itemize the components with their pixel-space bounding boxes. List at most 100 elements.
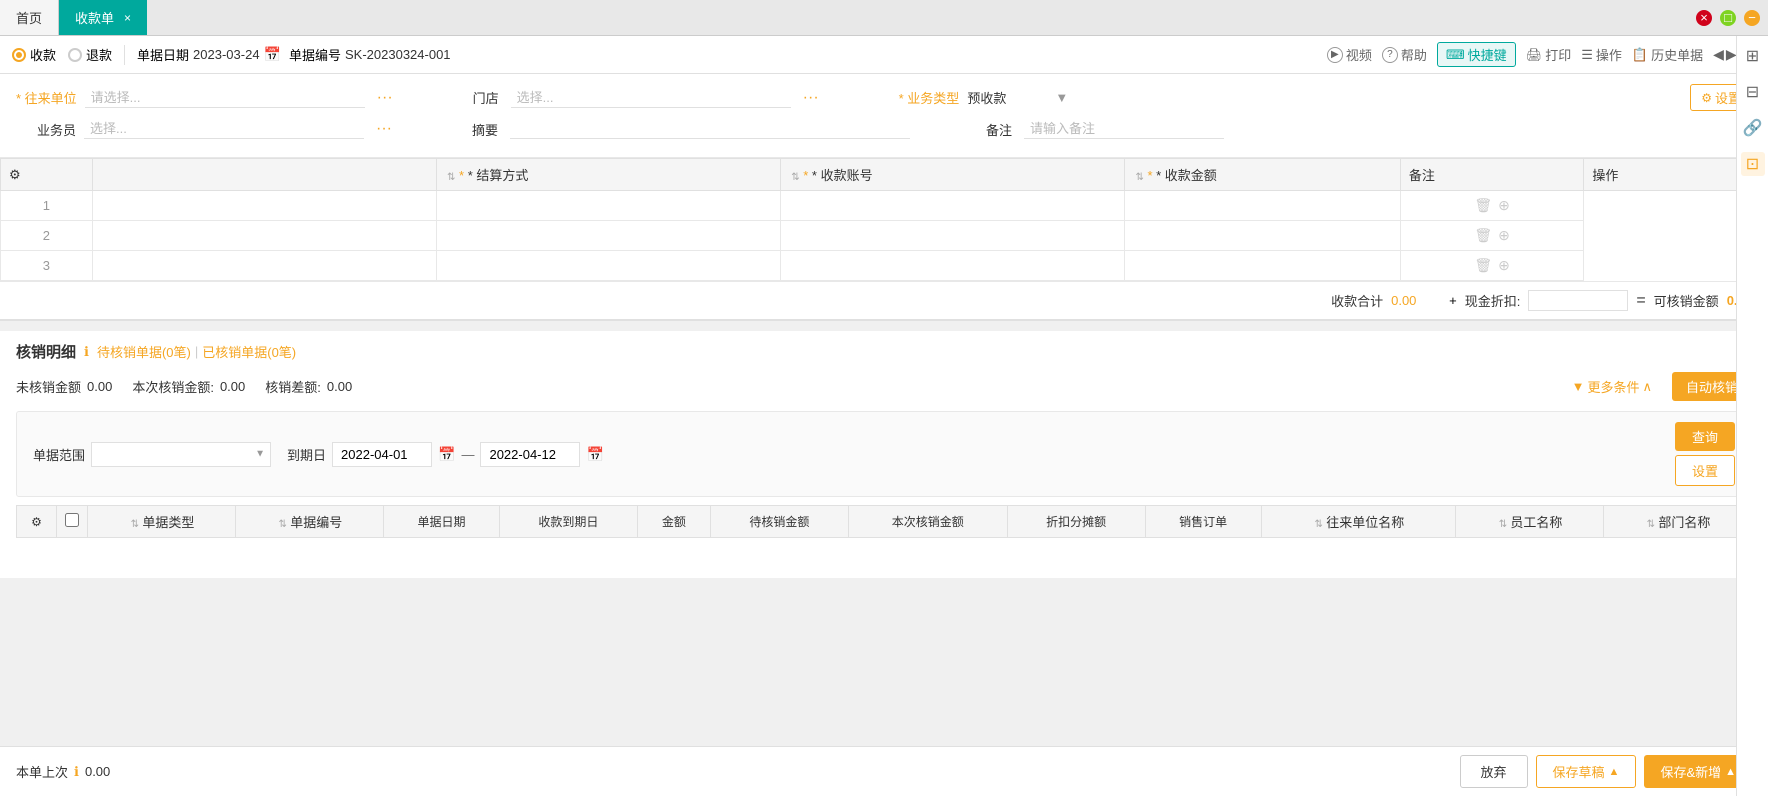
remark-input[interactable] <box>1024 119 1224 139</box>
td-amount-1[interactable] <box>781 191 1125 221</box>
print-link[interactable]: 🖨 打印 <box>1526 45 1572 64</box>
sidebar-icon-1[interactable]: ⊞ <box>1741 44 1765 68</box>
td-remark-3[interactable] <box>1125 251 1400 281</box>
tab-close-btn[interactable]: × <box>124 11 131 25</box>
td-rownum-1: 1 <box>1 191 93 221</box>
copy-icon-2[interactable]: ⊕ <box>1498 227 1510 244</box>
discount-input[interactable] <box>1528 290 1628 311</box>
carry-value: 0.00 <box>85 764 110 779</box>
date-value[interactable]: 2023-03-24 <box>193 47 260 62</box>
tab-current[interactable]: 收款单 × <box>59 0 147 35</box>
info-icon[interactable]: ℹ <box>84 344 89 360</box>
counterpart-input[interactable] <box>85 88 365 108</box>
td-account-1[interactable] <box>437 191 781 221</box>
td-remark-1[interactable] <box>1125 191 1400 221</box>
window-min-btn[interactable]: − <box>1744 10 1760 26</box>
date-label: 单据日期 <box>137 45 189 64</box>
sidebar-icon-2[interactable]: ⊟ <box>1741 80 1765 104</box>
copy-icon-1[interactable]: ⊕ <box>1498 197 1510 214</box>
store-input[interactable] <box>511 88 791 108</box>
td-amount-2[interactable] <box>781 221 1125 251</box>
carry-info: 本单上次 ℹ 0.00 <box>16 762 110 781</box>
save-new-arrow-icon: ▲ <box>1725 766 1736 778</box>
history-link[interactable]: 📋 历史单据 <box>1632 45 1703 64</box>
shortcut-btn[interactable]: ⌨ 快捷键 <box>1437 42 1516 67</box>
counterpart-more-btn[interactable]: ··· <box>373 89 397 107</box>
window-controls: × □ − <box>1696 10 1760 26</box>
copy-icon-3[interactable]: ⊕ <box>1498 257 1510 274</box>
staff-more-btn[interactable]: ··· <box>372 120 396 138</box>
td-settle-2[interactable] <box>92 221 436 251</box>
set-btn[interactable]: 设置 <box>1675 455 1735 486</box>
bth-recv-date: 收款到期日 <box>500 506 638 538</box>
tab-home[interactable]: 首页 <box>0 0 59 35</box>
video-link[interactable]: ▶ 视频 <box>1327 45 1372 64</box>
form-section: * 往来单位 ··· 门店 ··· * 业务类型 预收款 ▼ ⚙ 设置 业务员 … <box>0 74 1768 158</box>
unrec-item: 未核销金额 0.00 <box>16 377 112 396</box>
pending-tab[interactable]: 待核销单据(0笔) <box>97 342 191 362</box>
radio-refund[interactable]: 退款 <box>68 45 112 64</box>
date-from-cal-icon[interactable]: 📅 <box>438 446 455 463</box>
td-op-2: 🗑 ⊕ <box>1400 221 1584 251</box>
radio-receive[interactable]: 收款 <box>12 45 56 64</box>
scope-select[interactable] <box>91 442 271 467</box>
carry-info-icon[interactable]: ℹ <box>74 764 79 780</box>
td-op-1: 🗑 ⊕ <box>1400 191 1584 221</box>
summary-row: 收款合计 0.00 + 现金折扣: = 可核销金额 0.00 <box>0 281 1768 321</box>
delete-icon-3[interactable]: 🗑 <box>1474 257 1492 274</box>
divider1 <box>124 45 125 65</box>
th-gear[interactable]: ⚙ <box>1 159 93 191</box>
calendar-icon[interactable]: 📅 <box>264 46 281 63</box>
td-settle-1[interactable] <box>92 191 436 221</box>
doc-no-value[interactable]: SK-20230324-001 <box>345 47 451 62</box>
tab-links: 待核销单据(0笔) | 已核销单据(0笔) <box>97 342 296 362</box>
window-close-btn[interactable]: × <box>1696 10 1712 26</box>
bth-this: 本次核销金额 <box>848 506 1007 538</box>
date-to-input[interactable] <box>480 442 580 467</box>
tab-bar: 首页 收款单 × × □ − <box>0 0 1768 36</box>
bth-date: 单据日期 <box>383 506 499 538</box>
receipt-table-section: ⚙ ⇅ * 结算方式 ⇅ * 收款账号 ⇅ * 收款金额 备注 操作 <box>0 158 1768 281</box>
sidebar-icon-3[interactable]: 🔗 <box>1741 116 1765 140</box>
td-settle-3[interactable] <box>92 251 436 281</box>
td-rownum-3: 3 <box>1 251 93 281</box>
delete-icon-2[interactable]: 🗑 <box>1474 227 1492 244</box>
biz-type-value[interactable]: 预收款 <box>967 88 1047 107</box>
staff-input[interactable] <box>84 119 364 139</box>
window-max-btn[interactable]: □ <box>1720 10 1736 26</box>
operation-link[interactable]: ☰ 操作 <box>1581 45 1622 64</box>
td-amount-3[interactable] <box>781 251 1125 281</box>
date-from-input[interactable] <box>332 442 432 467</box>
bth-pending: 待核销金额 <box>711 506 849 538</box>
date-to-cal-icon[interactable]: 📅 <box>586 446 603 463</box>
bth-gear[interactable]: ⚙ <box>17 506 57 538</box>
avail-label: 可核销金额 <box>1654 291 1719 310</box>
table-row: 1 🗑 ⊕ <box>1 191 1768 221</box>
save-draft-btn[interactable]: 保存草稿 ▲ <box>1536 755 1637 788</box>
td-remark-2[interactable] <box>1125 221 1400 251</box>
td-account-3[interactable] <box>437 251 781 281</box>
td-account-2[interactable] <box>437 221 781 251</box>
action-buttons: 放弃 保存草稿 ▲ 保存&新增 ▲ <box>1460 755 1752 788</box>
nav-arrows: ◀ ▶ <box>1713 46 1737 63</box>
prev-arrow[interactable]: ◀ <box>1713 46 1724 63</box>
total-value: 0.00 <box>1391 293 1441 308</box>
query-btn[interactable]: 查询 <box>1675 422 1735 451</box>
staff-label: 业务员 <box>16 120 76 139</box>
store-more-btn[interactable]: ··· <box>799 89 823 107</box>
section-title-text: 核销明细 <box>16 341 76 362</box>
help-link[interactable]: ? 帮助 <box>1382 45 1427 64</box>
delete-icon-1[interactable]: 🗑 <box>1474 197 1492 214</box>
biz-type-arrow[interactable]: ▼ <box>1055 90 1068 105</box>
summary-input[interactable] <box>510 119 910 139</box>
more-filter-btn[interactable]: ▼ 更多条件 ∧ <box>1572 377 1652 396</box>
bth-amount: 金额 <box>637 506 710 538</box>
bottom-table-section: ⚙ ⇅ 单据类型 ⇅ 单据编号 单据日期 收款到期日 金额 待核销 <box>16 505 1752 568</box>
abandon-btn[interactable]: 放弃 <box>1460 755 1528 788</box>
this-value: 0.00 <box>220 379 245 394</box>
th-rownum <box>92 159 436 191</box>
bth-check <box>57 506 88 538</box>
select-all-checkbox[interactable] <box>65 513 79 527</box>
sidebar-icon-4[interactable]: ⊡ <box>1741 152 1765 176</box>
done-tab[interactable]: 已核销单据(0笔) <box>202 342 296 362</box>
